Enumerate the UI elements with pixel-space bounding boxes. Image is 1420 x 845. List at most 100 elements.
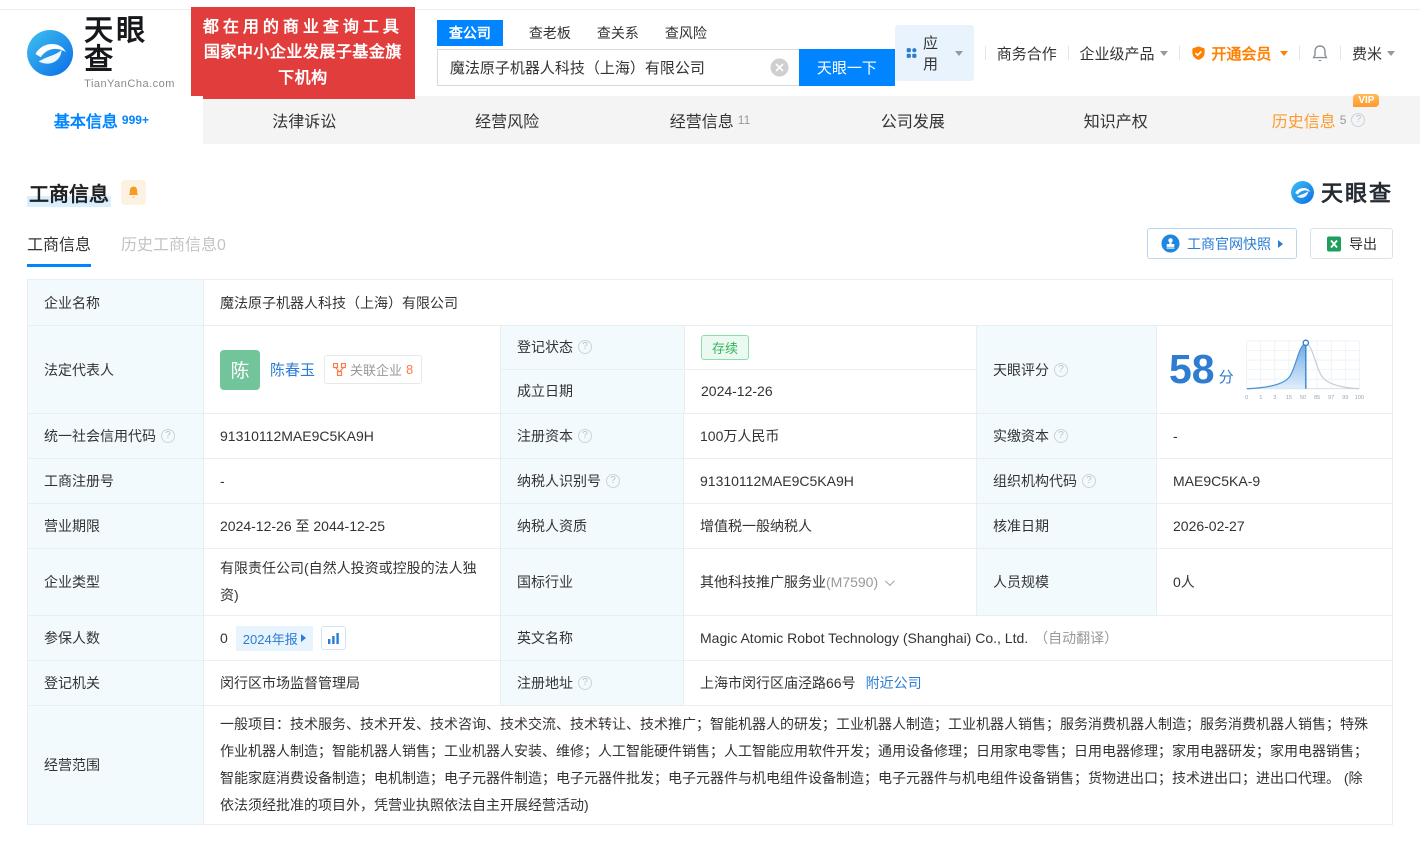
field-value-staff-size: 0人 <box>1156 548 1392 615</box>
apps-menu[interactable]: 应用 <box>894 25 974 81</box>
field-label-industry: 国标行业 <box>500 548 683 615</box>
divider <box>1299 46 1301 60</box>
help-icon[interactable] <box>578 429 592 443</box>
svg-text:15: 15 <box>1285 395 1291 401</box>
search-tab-company[interactable]: 查公司 <box>436 19 503 46</box>
user-menu[interactable]: 费米 <box>1352 43 1395 64</box>
search-tab-boss[interactable]: 查老板 <box>529 23 571 43</box>
field-label-reg-address: 注册地址 <box>500 660 683 705</box>
help-icon[interactable] <box>1054 362 1068 377</box>
field-label-reg-capital: 注册资本 <box>500 413 683 458</box>
business-cooperation-link[interactable]: 商务合作 <box>997 43 1057 64</box>
clear-input-icon[interactable] <box>770 58 789 77</box>
search-button[interactable]: 天眼一下 <box>798 48 895 86</box>
field-label-taxpayer-quality: 纳税人资质 <box>500 503 683 548</box>
arrow-right-icon <box>1278 239 1283 248</box>
field-value-company-type: 有限责任公司(自然人投资或控股的法人独资) <box>203 548 500 615</box>
monitor-bell-icon[interactable] <box>121 179 146 205</box>
help-icon[interactable] <box>606 474 620 488</box>
watermark-text: 天眼查 <box>1320 181 1393 206</box>
nearby-companies-link[interactable]: 附近公司 <box>866 673 922 693</box>
help-icon[interactable] <box>1082 474 1096 488</box>
svg-text:0: 0 <box>1245 395 1248 401</box>
tab-badge: 999+ <box>121 113 149 127</box>
help-icon[interactable] <box>1351 113 1366 127</box>
field-value-reg-status: 存续 <box>684 326 976 370</box>
field-value-reg-capital: 100万人民币 <box>683 413 976 458</box>
username: 费米 <box>1351 45 1382 63</box>
brand-logo[interactable]: 天眼查 TianYanCha.com <box>25 16 177 90</box>
search-input[interactable] <box>436 48 799 86</box>
slogan-line1: 都在用的商业查询工具 <box>202 18 403 36</box>
slogan-banner: 都在用的商业查询工具 国家中小企业发展子基金旗下机构 <box>190 6 415 100</box>
official-snapshot-button[interactable]: 工商官网快照 <box>1147 228 1297 259</box>
subtab-business-info[interactable]: 工商信息 <box>27 231 92 267</box>
field-value-reg-authority: 闵行区市场监督管理局 <box>203 660 500 705</box>
field-value-legal-rep: 陈 陈春玉 关联企业 8 <box>203 325 500 413</box>
related-companies-badge[interactable]: 关联企业 8 <box>324 355 423 384</box>
tab-label: 公司发展 <box>880 114 945 131</box>
header-right-nav: 应用 商务合作 企业级产品 开通会员 费米 <box>894 25 1395 81</box>
help-icon[interactable] <box>578 340 592 355</box>
slogan-line2: 国家中小企业发展子基金旗下机构 <box>203 44 402 87</box>
field-label-approval-date: 核准日期 <box>976 503 1156 548</box>
vip-upgrade-menu[interactable]: 开通会员 <box>1190 43 1289 64</box>
svg-text:50: 50 <box>1299 395 1305 401</box>
search-tab-relation[interactable]: 查关系 <box>597 23 639 43</box>
field-label-business-scope: 经营范围 <box>28 705 203 824</box>
help-icon[interactable] <box>161 429 175 443</box>
chevron-down-icon <box>1280 50 1289 56</box>
tianyancha-watermark: 天眼查 <box>1290 176 1393 208</box>
annual-report-badge[interactable]: 2024年报 <box>235 625 313 651</box>
notifications-bell-icon[interactable] <box>1311 44 1329 63</box>
tab-history-info[interactable]: 历史信息 5 VIP <box>1217 94 1420 144</box>
tab-intellectual-property[interactable]: 知识产权 <box>1014 96 1217 144</box>
tab-company-development[interactable]: 公司发展 <box>811 96 1014 144</box>
vip-badge: VIP <box>1353 94 1380 107</box>
auto-translate-note: （自动翻译） <box>1034 630 1119 646</box>
insured-count-value: 0 <box>220 630 228 646</box>
status-establish-subgrid: 登记状态 存续 成立日期 2024-12-26 <box>500 325 976 413</box>
field-label-business-term: 营业期限 <box>28 503 203 548</box>
field-value-paid-capital: - <box>1156 413 1392 458</box>
field-value-reg-number: - <box>203 458 500 503</box>
help-icon[interactable] <box>578 676 592 690</box>
divider <box>1067 46 1069 60</box>
field-value-insured-count: 0 2024年报 <box>203 615 500 660</box>
address-text: 上海市闵行区庙泾路66号 <box>700 675 856 691</box>
field-label-org-code: 组织机构代码 <box>976 458 1156 503</box>
tab-operation-info[interactable]: 经营信息 11 <box>609 96 812 144</box>
grid-apps-icon <box>906 48 917 58</box>
chevron-down-icon[interactable] <box>885 575 896 586</box>
field-label-legal-rep: 法定代表人 <box>28 325 203 413</box>
legal-rep-avatar[interactable]: 陈 <box>220 349 260 390</box>
field-label-reg-number: 工商注册号 <box>28 458 203 503</box>
field-value-reg-address: 上海市闵行区庙泾路66号 附近公司 <box>683 660 1392 705</box>
score-distribution-chart: 0 1 3 15 50 85 97 99 100 <box>1245 338 1364 401</box>
tab-legal-proceedings[interactable]: 法律诉讼 <box>203 96 406 144</box>
field-label-establish-date: 成立日期 <box>501 369 684 413</box>
svg-text:1: 1 <box>1259 395 1262 401</box>
tab-label: 历史信息 <box>1271 114 1336 131</box>
help-icon[interactable] <box>1054 429 1068 443</box>
legal-rep-name-link[interactable]: 陈春玉 <box>270 359 315 380</box>
annual-report-label: 2024年报 <box>242 631 298 647</box>
tianyancha-logo-icon <box>27 30 74 76</box>
score-marker <box>1302 338 1309 346</box>
tab-operation-risk[interactable]: 经营风险 <box>406 96 609 144</box>
enterprise-products-label: 企业级产品 <box>1079 45 1155 63</box>
subtab-history-business-info[interactable]: 历史工商信息0 <box>121 231 226 267</box>
search-tab-risk[interactable]: 查风险 <box>665 23 707 43</box>
export-button[interactable]: 导出 <box>1310 228 1393 259</box>
tab-basic-info[interactable]: 基本信息 999+ <box>0 96 203 144</box>
field-label-company-type: 企业类型 <box>28 548 203 615</box>
insured-trend-icon[interactable] <box>320 626 346 650</box>
english-name-value: Magic Atomic Robot Technology (Shanghai)… <box>700 630 1029 646</box>
field-label-english-name: 英文名称 <box>500 615 683 660</box>
related-companies-label: 关联企业 <box>350 363 403 378</box>
enterprise-products-menu[interactable]: 企业级产品 <box>1080 43 1168 64</box>
industry-code: (M7590) <box>826 574 879 590</box>
excel-icon <box>1327 236 1341 251</box>
tab-label: 法律诉讼 <box>272 114 337 131</box>
arrow-right-icon <box>300 634 306 642</box>
